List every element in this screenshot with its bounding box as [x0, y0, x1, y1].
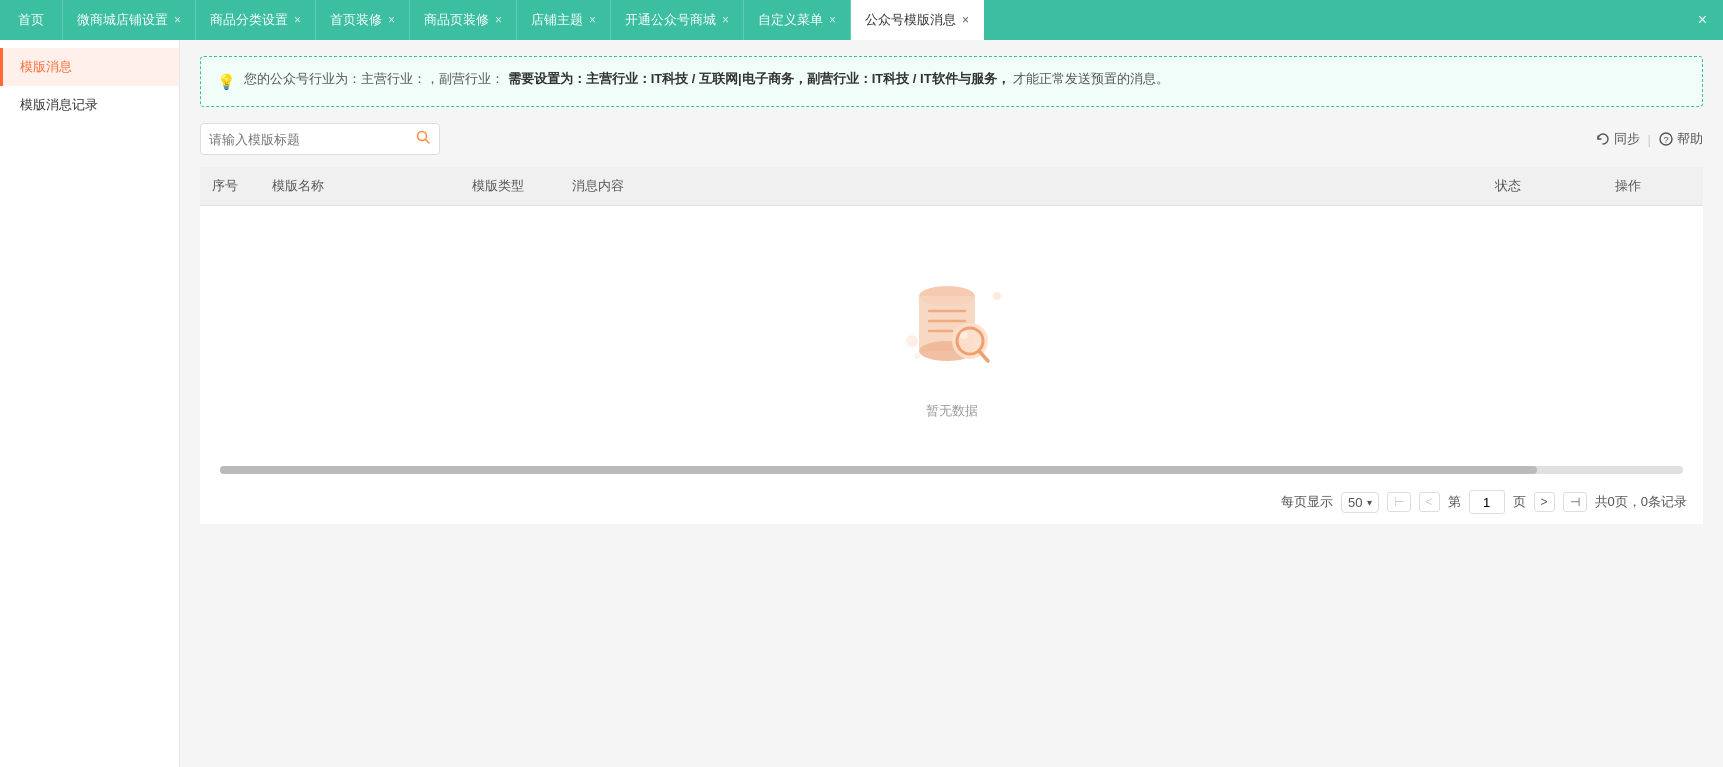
close-icon[interactable]: × [294, 13, 301, 27]
col-header-action: 操作 [1603, 167, 1703, 206]
notice-icon: 💡 [217, 70, 236, 94]
notice-highlight: 需要设置为：主营行业：IT科技 / 互联网|电子商务，副营行业：IT科技 / I… [508, 71, 1010, 86]
nav-tab-product-page-label: 商品页装修 [424, 11, 489, 29]
col-header-name: 模版名称 [260, 167, 460, 206]
close-icon[interactable]: × [174, 13, 181, 27]
pagination: 每页显示 50 ▾ ⊢ < 第 页 > ⊣ 共0页，0条记录 [200, 480, 1703, 524]
col-header-status: 状态 [1483, 167, 1603, 206]
notice-prefix: 您的公众号行业为：主营行业：，副营行业： [244, 71, 504, 86]
sidebar-item-template-msg-label: 模版消息 [20, 59, 72, 74]
sync-icon [1596, 132, 1610, 146]
sidebar-item-template-msg-log[interactable]: 模版消息记录 [0, 86, 179, 124]
sidebar-item-template-msg-log-label: 模版消息记录 [20, 97, 98, 112]
sync-button[interactable]: 同步 [1596, 130, 1640, 148]
data-table: 序号 模版名称 模版类型 消息内容 状态 [200, 167, 1703, 460]
page-size-value: 50 [1348, 495, 1362, 510]
nav-tab-homepage[interactable]: 首页装修 × [316, 0, 410, 40]
nav-tab-mall[interactable]: 开通公众号商城 × [611, 0, 744, 40]
nav-tab-template-msg[interactable]: 公众号模版消息 × [851, 0, 984, 40]
nav-tab-shop-settings-label: 微商城店铺设置 [77, 11, 168, 29]
nav-tab-product-page[interactable]: 商品页装修 × [410, 0, 517, 40]
page-prefix: 第 [1448, 493, 1461, 511]
scrollbar-area [200, 460, 1703, 480]
nav-tab-homepage-label: 首页装修 [330, 11, 382, 29]
help-icon: ? [1659, 132, 1673, 146]
first-page-button[interactable]: ⊢ [1387, 492, 1411, 512]
search-button[interactable] [416, 130, 431, 148]
svg-line-1 [426, 140, 430, 144]
notice-box: 💡 您的公众号行业为：主营行业：，副营行业： 需要设置为：主营行业：IT科技 /… [200, 56, 1703, 107]
search-icon [416, 130, 431, 145]
nav-tab-category[interactable]: 商品分类设置 × [196, 0, 316, 40]
total-info: 共0页，0条记录 [1595, 493, 1687, 511]
svg-point-14 [993, 292, 1001, 300]
svg-point-15 [906, 335, 918, 347]
prev-page-button[interactable]: < [1419, 492, 1440, 512]
table-container: 序号 模版名称 模版类型 消息内容 状态 [200, 167, 1703, 524]
col-header-content: 消息内容 [560, 167, 1483, 206]
global-close-button[interactable]: × [1682, 11, 1723, 29]
next-page-button[interactable]: > [1534, 492, 1555, 512]
sidebar: 模版消息 模版消息记录 [0, 40, 180, 767]
nav-tab-custom-menu-label: 自定义菜单 [758, 11, 823, 29]
empty-state: 暂无数据 [200, 206, 1703, 460]
search-input-wrap[interactable] [200, 123, 440, 155]
close-icon[interactable]: × [722, 13, 729, 27]
nav-tab-home[interactable]: 首页 [0, 0, 63, 40]
content-area: 💡 您的公众号行业为：主营行业：，副营行业： 需要设置为：主营行业：IT科技 /… [180, 40, 1723, 767]
help-button[interactable]: ? 帮助 [1659, 130, 1703, 148]
search-row: 同步 | ? 帮助 [200, 123, 1703, 155]
nav-tab-custom-menu[interactable]: 自定义菜单 × [744, 0, 851, 40]
page-number-input[interactable] [1469, 490, 1505, 514]
empty-text: 暂无数据 [926, 402, 978, 420]
scroll-thumb[interactable] [220, 466, 1537, 474]
close-icon[interactable]: × [388, 13, 395, 27]
close-icon[interactable]: × [829, 13, 836, 27]
nav-tab-template-msg-label: 公众号模版消息 [865, 11, 956, 29]
sidebar-item-template-msg[interactable]: 模版消息 [0, 48, 179, 86]
col-header-seq: 序号 [200, 167, 260, 206]
nav-tab-theme[interactable]: 店铺主题 × [517, 0, 611, 40]
svg-point-16 [914, 353, 920, 359]
empty-row: 暂无数据 [200, 206, 1703, 461]
page-size-label: 每页显示 [1281, 493, 1333, 511]
page-suffix: 页 [1513, 493, 1526, 511]
nav-tab-theme-label: 店铺主题 [531, 11, 583, 29]
toolbar-divider: | [1648, 132, 1651, 147]
help-label: 帮助 [1677, 130, 1703, 148]
close-icon[interactable]: × [495, 13, 502, 27]
top-nav: 首页 微商城店铺设置 × 商品分类设置 × 首页装修 × 商品页装修 × 店铺主… [0, 0, 1723, 40]
col-header-type: 模版类型 [460, 167, 560, 206]
nav-tab-home-label: 首页 [18, 11, 44, 29]
svg-point-13 [960, 331, 968, 339]
scroll-track[interactable] [220, 466, 1683, 474]
search-input[interactable] [209, 132, 416, 147]
close-icon[interactable]: × [962, 13, 969, 27]
chevron-down-icon: ▾ [1367, 497, 1372, 508]
nav-tab-mall-label: 开通公众号商城 [625, 11, 716, 29]
table-header-row: 序号 模版名称 模版类型 消息内容 状态 [200, 167, 1703, 206]
notice-text: 您的公众号行业为：主营行业：，副营行业： 需要设置为：主营行业：IT科技 / 互… [244, 69, 1169, 90]
notice-suffix: 才能正常发送预置的消息。 [1013, 71, 1169, 86]
nav-tab-shop-settings[interactable]: 微商城店铺设置 × [63, 0, 196, 40]
svg-text:?: ? [1663, 135, 1668, 145]
nav-tab-category-label: 商品分类设置 [210, 11, 288, 29]
empty-illustration [892, 266, 1012, 386]
page-size-select[interactable]: 50 ▾ [1341, 492, 1378, 513]
main-layout: 模版消息 模版消息记录 💡 您的公众号行业为：主营行业：，副营行业： 需要设置为… [0, 40, 1723, 767]
close-icon[interactable]: × [589, 13, 596, 27]
sync-label: 同步 [1614, 130, 1640, 148]
toolbar-right: 同步 | ? 帮助 [1596, 130, 1703, 148]
last-page-button[interactable]: ⊣ [1563, 492, 1587, 512]
